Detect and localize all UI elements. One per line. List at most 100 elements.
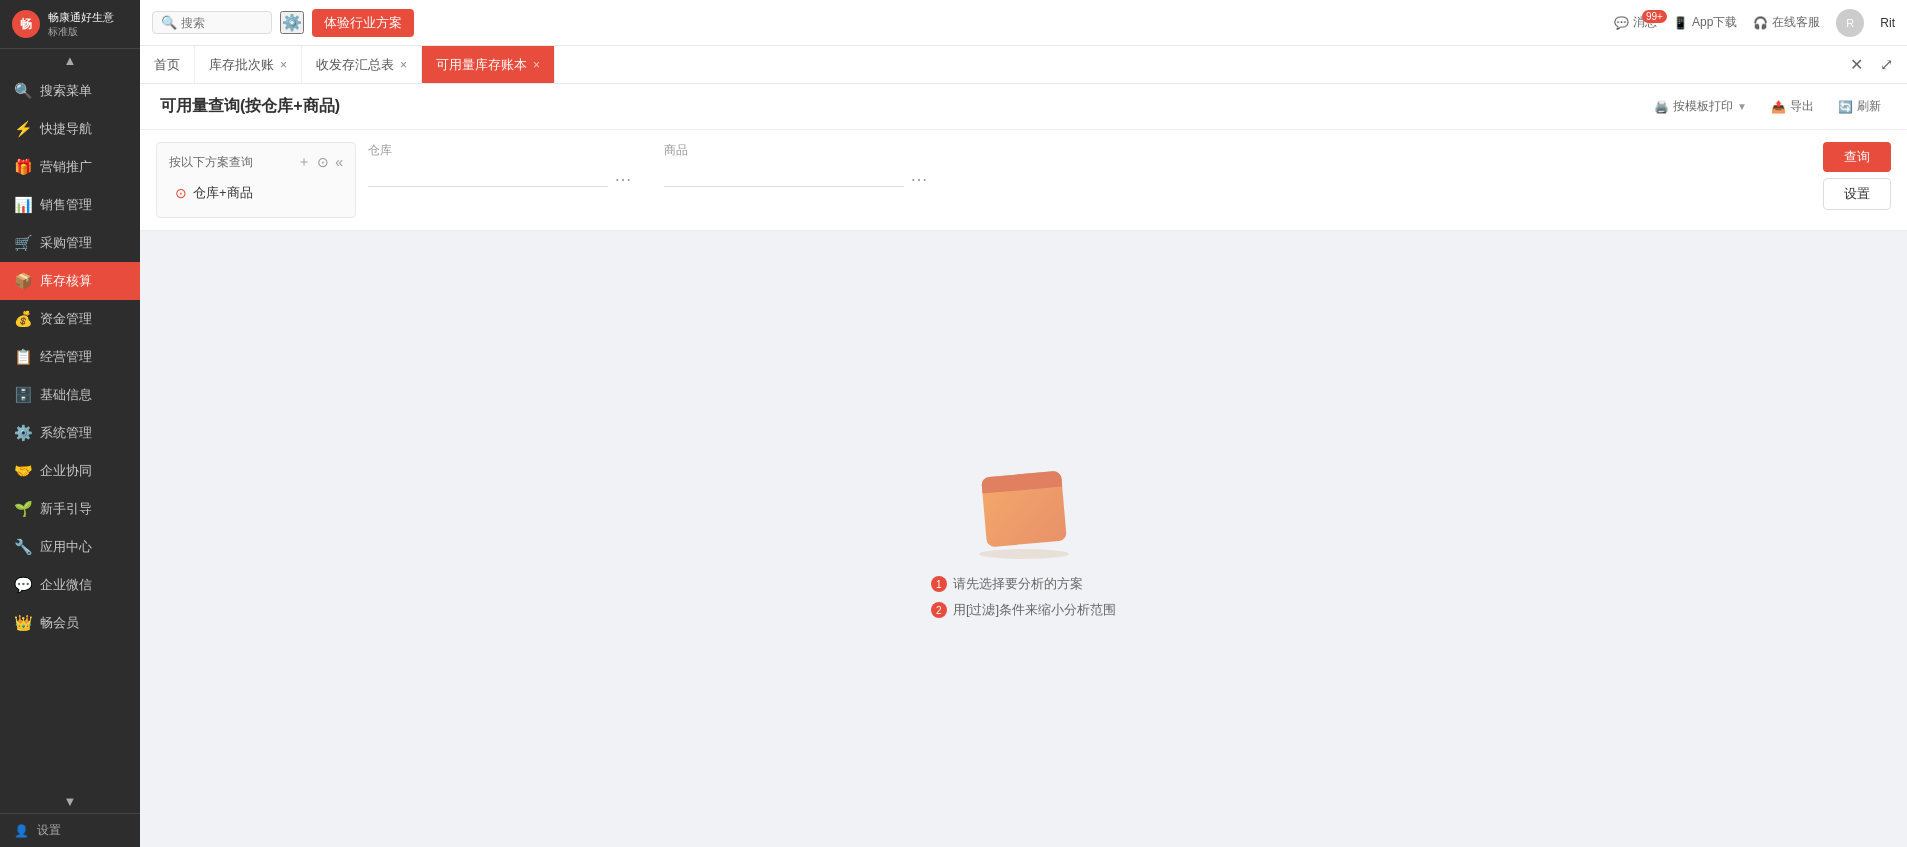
tip-text-1: 请先选择要分析的方案 [953,575,1083,593]
tab-expand-btn[interactable]: ⤢ [1873,52,1899,78]
scheme-collapse-icon[interactable]: « [335,154,343,170]
sidebar-item-marketing[interactable]: 🎁 营销推广 [0,148,140,186]
tab-home[interactable]: 首页 [140,46,195,84]
tip-text-2: 用[过滤]条件来缩小分析范围 [953,601,1116,619]
sidebar-item-inventory[interactable]: 📦 库存核算 [0,262,140,300]
goods-input[interactable] [664,163,904,187]
sidebar-icon-basic: 🗄️ [14,386,32,404]
sidebar-icon-newbie: 🌱 [14,500,32,518]
sidebar-label-basic: 基础信息 [40,386,92,404]
user-icon: 👤 [14,824,29,838]
tab-close-all-btn[interactable]: ✕ [1843,52,1869,78]
sidebar-item-wechat[interactable]: 💬 企业微信 [0,566,140,604]
sidebar-icon-appstore: 🔧 [14,538,32,556]
sidebar-label-system: 系统管理 [40,424,92,442]
scheme-item-label: 仓库+商品 [193,184,253,202]
sidebar-icon-nav: ⚡ [14,120,32,138]
sidebar-item-enterprise[interactable]: 🤝 企业协同 [0,452,140,490]
warehouse-input-row: … [368,163,648,187]
scheme-settings-icon[interactable]: ⊙ [317,154,329,170]
tab-available[interactable]: 可用量库存账本 × [422,46,555,84]
empty-state: 1 请先选择要分析的方案 2 用[过滤]条件来缩小分析范围 [140,231,1907,847]
tab-summary-close[interactable]: × [400,58,407,72]
scheme-header-label: 按以下方案查询 [169,154,253,171]
scheme-item-icon: ⊙ [175,185,187,201]
username[interactable]: Rit [1880,16,1895,30]
sidebar-scroll-down[interactable]: ▼ [0,790,140,813]
sidebar-icon-wechat: 💬 [14,576,32,594]
tabs-bar: 首页 库存批次账 × 收发存汇总表 × 可用量库存账本 × ✕ ⤢ [140,46,1907,84]
message-badge: 99+ [1642,10,1667,23]
topbar-search-box[interactable]: 🔍 [152,11,272,34]
sidebar-item-basic[interactable]: 🗄️ 基础信息 [0,376,140,414]
goods-input-row: … [664,163,944,187]
tab-summary-label: 收发存汇总表 [316,56,394,74]
warehouse-input[interactable] [368,163,608,187]
sidebar-label-member: 畅会员 [40,614,79,632]
sidebar-item-operation[interactable]: 📋 经营管理 [0,338,140,376]
settings-btn[interactable]: 设置 [1823,178,1891,210]
message-btn[interactable]: 💬 消息 99+ [1614,14,1657,31]
app-logo-icon: 畅 [12,10,40,38]
tab-available-close[interactable]: × [533,58,540,72]
sidebar-icon-inventory: 📦 [14,272,32,290]
gear-icon[interactable]: ⚙️ [280,11,304,34]
sidebar-label-enterprise: 企业协同 [40,462,92,480]
avatar[interactable]: R [1836,9,1864,37]
refresh-btn[interactable]: 🔄 刷新 [1832,94,1887,119]
sidebar-item-purchase[interactable]: 🛒 采购管理 [0,224,140,262]
sidebar-icon-enterprise: 🤝 [14,462,32,480]
tip-num-2: 2 [931,602,947,618]
export-icon: 📤 [1771,100,1786,114]
print-dropdown-icon[interactable]: ▼ [1737,101,1747,112]
sidebar-icon-marketing: 🎁 [14,158,32,176]
print-btn[interactable]: 🖨️ 按模板打印 ▼ [1648,94,1753,119]
tab-home-label: 首页 [154,56,180,74]
page-content: 可用量查询(按仓库+商品) 🖨️ 按模板打印 ▼ 📤 导出 🔄 刷新 [140,84,1907,847]
topbar: 🔍 ⚙️ 体验行业方案 💬 消息 99+ 📱 App下载 🎧 在线客服 R Ri… [140,0,1907,46]
refresh-icon: 🔄 [1838,100,1853,114]
scheme-item-warehouse-goods[interactable]: ⊙ 仓库+商品 [169,179,343,207]
main-area: 🔍 ⚙️ 体验行业方案 💬 消息 99+ 📱 App下载 🎧 在线客服 R Ri… [140,0,1907,847]
warehouse-more-icon[interactable]: … [612,165,634,186]
filter-area: 按以下方案查询 ＋ ⊙ « ⊙ 仓库+商品 仓库 [140,130,1907,231]
search-icon: 🔍 [161,15,177,30]
scheme-panel: 按以下方案查询 ＋ ⊙ « ⊙ 仓库+商品 [156,142,356,218]
goods-more-icon[interactable]: … [908,165,930,186]
tab-batch[interactable]: 库存批次账 × [195,46,302,84]
sidebar-icon-member: 👑 [14,614,32,632]
export-btn[interactable]: 📤 导出 [1765,94,1820,119]
online-service-btn[interactable]: 🎧 在线客服 [1753,14,1820,31]
page-title: 可用量查询(按仓库+商品) [160,96,340,117]
query-btn[interactable]: 查询 [1823,142,1891,172]
tab-batch-close[interactable]: × [280,58,287,72]
empty-illustration [974,459,1074,559]
sidebar-label-search: 搜索菜单 [40,82,92,100]
trial-btn[interactable]: 体验行业方案 [312,9,414,37]
phone-icon: 📱 [1673,16,1688,30]
search-input[interactable] [181,16,261,30]
tab-summary[interactable]: 收发存汇总表 × [302,46,422,84]
sidebar-item-nav[interactable]: ⚡ 快捷导航 [0,110,140,148]
sidebar-header: 畅 畅康通好生意 标准版 [0,0,140,49]
sidebar-item-newbie[interactable]: 🌱 新手引导 [0,490,140,528]
sidebar-user[interactable]: 👤 设置 [0,813,140,847]
sidebar-item-finance[interactable]: 💰 资金管理 [0,300,140,338]
sidebar-scroll-up[interactable]: ▲ [0,49,140,72]
sidebar-label-nav: 快捷导航 [40,120,92,138]
filter-action-btns: 查询 设置 [1823,142,1891,210]
scheme-add-icon[interactable]: ＋ [297,153,311,171]
sidebar-icon-operation: 📋 [14,348,32,366]
sidebar-item-system[interactable]: ⚙️ 系统管理 [0,414,140,452]
sidebar-item-sales[interactable]: 📊 销售管理 [0,186,140,224]
tab-batch-label: 库存批次账 [209,56,274,74]
scheme-header: 按以下方案查询 ＋ ⊙ « [169,153,343,171]
sidebar-icon-sales: 📊 [14,196,32,214]
sidebar-item-member[interactable]: 👑 畅会员 [0,604,140,642]
sidebar-item-appstore[interactable]: 🔧 应用中心 [0,528,140,566]
sidebar-label-operation: 经营管理 [40,348,92,366]
app-download-btn[interactable]: 📱 App下载 [1673,14,1737,31]
sidebar-item-search[interactable]: 🔍 搜索菜单 [0,72,140,110]
tab-available-label: 可用量库存账本 [436,56,527,74]
headset-icon: 🎧 [1753,16,1768,30]
